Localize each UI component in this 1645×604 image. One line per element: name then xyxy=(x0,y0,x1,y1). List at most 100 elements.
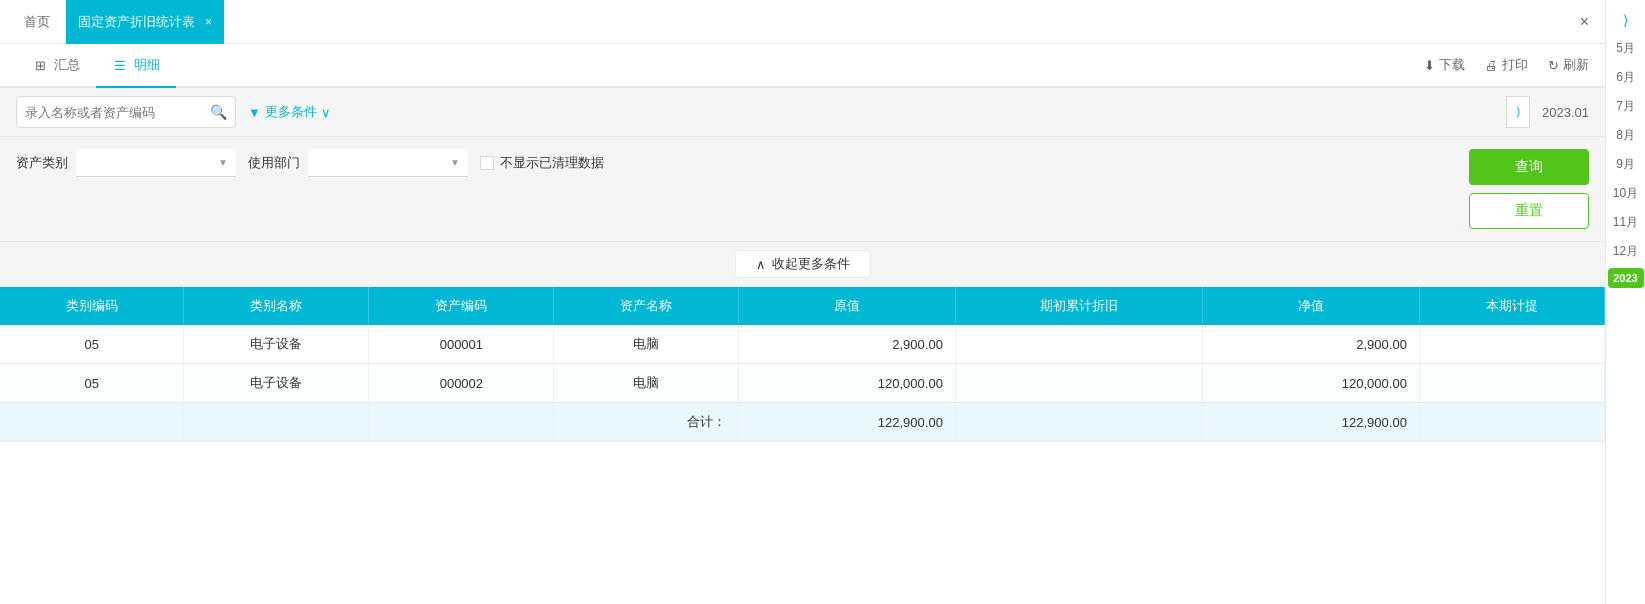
toolbar-actions: ⬇ 下载 🖨 打印 ↻ 刷新 xyxy=(1424,56,1589,74)
table-cell xyxy=(955,364,1203,403)
total-cell xyxy=(1419,403,1604,442)
tab-summary-label: 汇总 xyxy=(54,56,80,74)
refresh-button[interactable]: ↻ 刷新 xyxy=(1548,56,1589,74)
collapse-button[interactable]: ∧ 收起更多条件 xyxy=(735,250,871,278)
sidebar-month-item[interactable]: 11月 xyxy=(1608,208,1644,237)
table-container: 类别编码 类别名称 资产编码 资产名称 原值 期初累计折旧 净值 本期计提 05… xyxy=(0,287,1605,604)
refresh-label: 刷新 xyxy=(1563,56,1589,74)
total-cell xyxy=(369,403,554,442)
sidebar-month-item[interactable]: 9月 xyxy=(1608,150,1644,179)
total-cell: 合计： xyxy=(554,403,739,442)
table-cell: 000001 xyxy=(369,325,554,364)
total-cell: 122,900.00 xyxy=(1203,403,1419,442)
date-display: 2023.01 xyxy=(1542,105,1589,120)
sidebar-month-item[interactable]: 12月 xyxy=(1608,237,1644,266)
search-icon[interactable]: 🔍 xyxy=(210,104,227,120)
print-button[interactable]: 🖨 打印 xyxy=(1485,56,1528,74)
table-cell: 电子设备 xyxy=(184,325,369,364)
table-row: 05电子设备000002电脑120,000.00120,000.00 xyxy=(0,364,1605,403)
total-row: 合计：122,900.00122,900.00 xyxy=(0,403,1605,442)
col-category-name: 类别名称 xyxy=(184,287,369,325)
tab-label: 固定资产折旧统计表 xyxy=(78,13,195,31)
tab-detail[interactable]: ☰ 明细 xyxy=(96,44,176,88)
top-nav: 首页 固定资产折旧统计表 × × xyxy=(0,0,1605,44)
table-cell: 000002 xyxy=(369,364,554,403)
table-cell: 2,900.00 xyxy=(1203,325,1419,364)
table-cell: 05 xyxy=(0,325,184,364)
col-accumulated-depreciation: 期初累计折旧 xyxy=(955,287,1203,325)
col-original-value: 原值 xyxy=(739,287,955,325)
no-cleared-label: 不显示已清理数据 xyxy=(500,154,604,172)
total-cell: 122,900.00 xyxy=(739,403,955,442)
table-header-row: 类别编码 类别名称 资产编码 资产名称 原值 期初累计折旧 净值 本期计提 xyxy=(0,287,1605,325)
active-tab[interactable]: 固定资产折旧统计表 × xyxy=(66,0,224,44)
window-close-icon[interactable]: × xyxy=(1580,13,1589,31)
asset-category-select[interactable]: ▼ xyxy=(76,149,236,177)
more-conditions-button[interactable]: ▼ 更多条件 ∨ xyxy=(248,103,331,121)
download-button[interactable]: ⬇ 下载 xyxy=(1424,56,1465,74)
collapse-icon: ∧ xyxy=(756,257,766,272)
download-icon: ⬇ xyxy=(1424,58,1435,73)
table-cell: 05 xyxy=(0,364,184,403)
sidebar-month-item[interactable]: 7月 xyxy=(1608,92,1644,121)
sidebar-month-item[interactable]: 8月 xyxy=(1608,121,1644,150)
table-cell: 电子设备 xyxy=(184,364,369,403)
collapse-bar: ∧ 收起更多条件 xyxy=(0,242,1605,287)
sidebar-month-item[interactable]: 6月 xyxy=(1608,63,1644,92)
table-cell xyxy=(1419,364,1604,403)
filter-buttons: 查询 重置 xyxy=(1469,149,1589,229)
right-panel-arrow[interactable]: ⟩ xyxy=(1506,96,1530,128)
total-cell xyxy=(184,403,369,442)
no-cleared-filter[interactable]: 不显示已清理数据 xyxy=(480,154,604,172)
filter-row: 资产类别 ▼ 使用部门 ▼ 不显示已清理数据 xyxy=(16,149,604,177)
total-cell xyxy=(955,403,1203,442)
department-select[interactable]: ▼ xyxy=(308,149,468,177)
summary-icon: ⊞ xyxy=(32,57,48,73)
search-input[interactable] xyxy=(25,105,204,120)
sidebar-up-button[interactable]: ⟩ xyxy=(1619,8,1632,32)
query-button[interactable]: 查询 xyxy=(1469,149,1589,185)
tab-close-icon[interactable]: × xyxy=(205,15,212,29)
chevron-down-icon: ∨ xyxy=(321,105,331,120)
select-arrow-icon-dept: ▼ xyxy=(450,157,460,168)
year-badge[interactable]: 2023 xyxy=(1608,268,1644,288)
sidebar-months: 5月6月7月8月9月10月11月12月 xyxy=(1608,34,1644,266)
asset-category-label: 资产类别 xyxy=(16,154,68,172)
filter-icon: ▼ xyxy=(248,105,261,120)
collapse-label: 收起更多条件 xyxy=(772,255,850,273)
col-asset-code: 资产编码 xyxy=(369,287,554,325)
col-net-value: 净值 xyxy=(1203,287,1419,325)
table-cell: 120,000.00 xyxy=(739,364,955,403)
table-cell: 120,000.00 xyxy=(1203,364,1419,403)
no-cleared-checkbox[interactable] xyxy=(480,156,494,170)
right-sidebar: ⟩ 5月6月7月8月9月10月11月12月 2023 xyxy=(1605,0,1645,604)
print-icon: 🖨 xyxy=(1485,58,1498,73)
sidebar-month-item[interactable]: 10月 xyxy=(1608,179,1644,208)
total-cell xyxy=(0,403,184,442)
col-current-depreciation: 本期计提 xyxy=(1419,287,1604,325)
download-label: 下载 xyxy=(1439,56,1465,74)
table-cell xyxy=(1419,325,1604,364)
col-category-code: 类别编码 xyxy=(0,287,184,325)
search-bar: 🔍 ▼ 更多条件 ∨ ⟩ 2023.01 xyxy=(0,88,1605,137)
detail-icon: ☰ xyxy=(112,57,128,73)
table-cell: 2,900.00 xyxy=(739,325,955,364)
table-body: 05电子设备000001电脑2,900.002,900.0005电子设备0000… xyxy=(0,325,1605,442)
department-label: 使用部门 xyxy=(248,154,300,172)
asset-category-filter: 资产类别 ▼ xyxy=(16,149,236,177)
department-filter: 使用部门 ▼ xyxy=(248,149,468,177)
table-cell: 电脑 xyxy=(554,325,739,364)
select-arrow-icon: ▼ xyxy=(218,157,228,168)
refresh-icon: ↻ xyxy=(1548,58,1559,73)
search-input-wrapper[interactable]: 🔍 xyxy=(16,96,236,128)
tab-detail-label: 明细 xyxy=(134,56,160,74)
home-nav-item[interactable]: 首页 xyxy=(16,13,58,31)
col-asset-name: 资产名称 xyxy=(554,287,739,325)
more-conditions-label: 更多条件 xyxy=(265,103,317,121)
print-label: 打印 xyxy=(1502,56,1528,74)
sidebar-month-item[interactable]: 5月 xyxy=(1608,34,1644,63)
reset-button[interactable]: 重置 xyxy=(1469,193,1589,229)
toolbar: ⊞ 汇总 ☰ 明细 ⬇ 下载 🖨 打印 ↻ 刷新 xyxy=(0,44,1605,88)
tab-summary[interactable]: ⊞ 汇总 xyxy=(16,44,96,88)
table-cell xyxy=(955,325,1203,364)
